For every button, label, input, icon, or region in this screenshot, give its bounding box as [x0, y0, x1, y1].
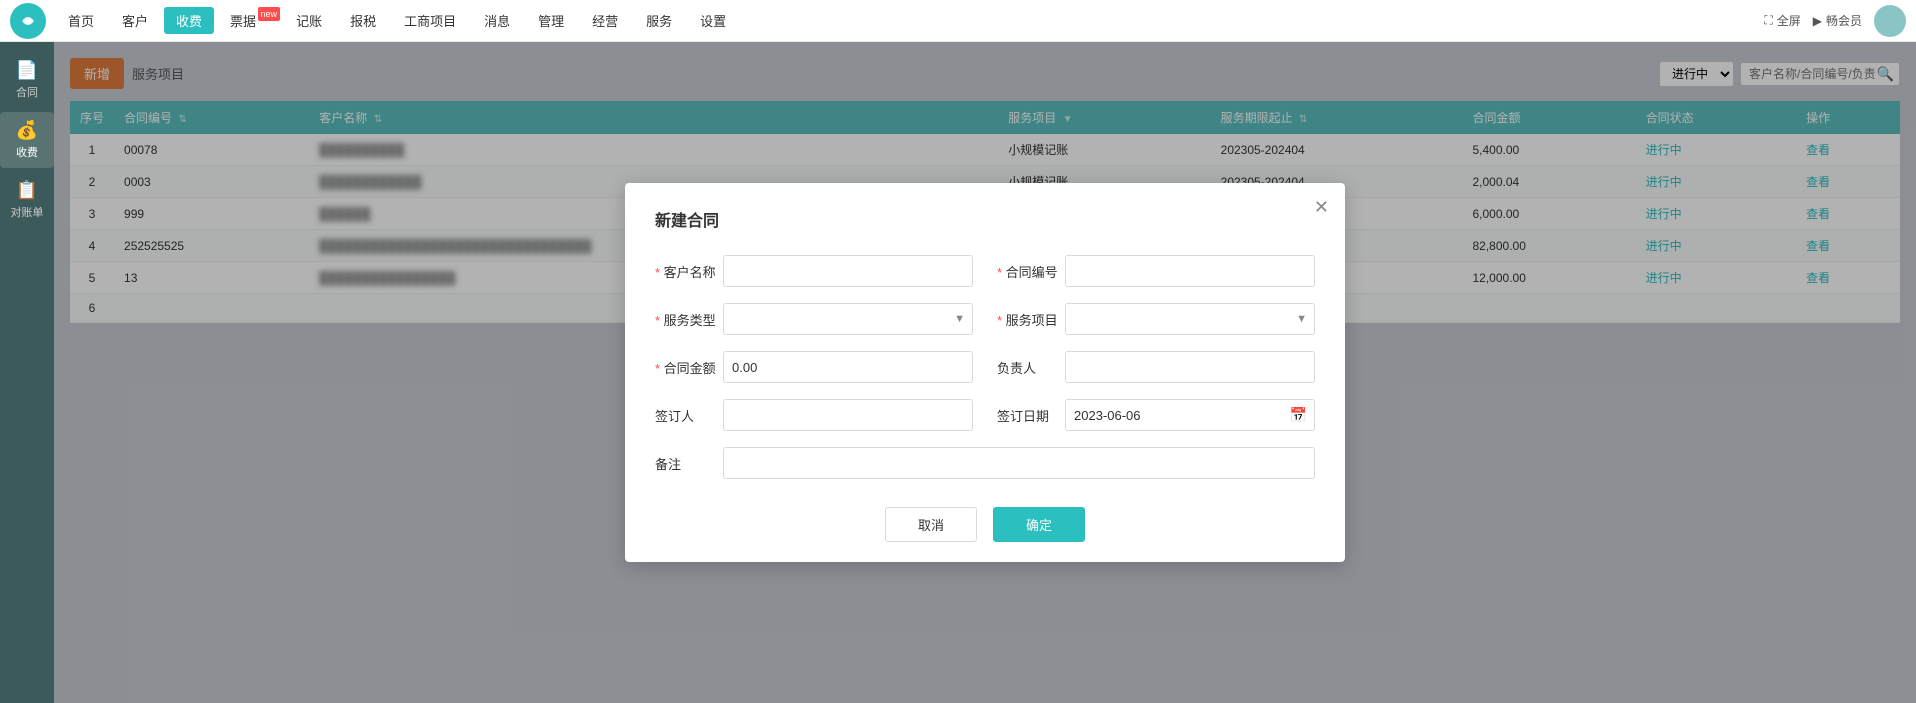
- service-type-row: 服务类型 ▼: [655, 303, 973, 335]
- contract-amount-label: 合同金额: [655, 358, 723, 377]
- service-item-select[interactable]: [1065, 303, 1315, 335]
- sidebar-item-fee[interactable]: 💰 收费: [0, 112, 54, 168]
- signer-input[interactable]: [723, 399, 973, 431]
- vip-icon: ▶: [1813, 14, 1822, 28]
- contract-no-label: 合同编号: [997, 262, 1065, 281]
- fullscreen-icon: ⛶: [1764, 13, 1772, 28]
- nav-message[interactable]: 消息: [472, 7, 522, 34]
- service-type-label: 服务类型: [655, 310, 723, 329]
- sign-date-label: 签订日期: [997, 406, 1065, 425]
- customer-name-row: 客户名称: [655, 255, 973, 287]
- person-in-charge-row: 负责人: [997, 351, 1315, 383]
- note-row: 备注: [655, 447, 1315, 479]
- nav-home[interactable]: 首页: [56, 7, 106, 34]
- sidebar-item-label: 对账单: [11, 204, 44, 220]
- person-in-charge-label: 负责人: [997, 358, 1065, 377]
- fullscreen-button[interactable]: ⛶ 全屏: [1764, 12, 1800, 29]
- statement-icon: 📋: [16, 180, 38, 201]
- customer-name-label: 客户名称: [655, 262, 723, 281]
- nav-industry[interactable]: 工商项目: [392, 7, 468, 34]
- cancel-button[interactable]: 取消: [885, 507, 977, 542]
- sign-date-row: 签订日期 📅: [997, 399, 1315, 431]
- new-contract-modal: ✕ 新建合同 客户名称 合同编号 服务类型: [625, 183, 1345, 562]
- nav-customer[interactable]: 客户: [110, 7, 160, 34]
- contract-amount-input[interactable]: [723, 351, 973, 383]
- nav-items: 首页 客户 收费 票据 new 记账 报税 工商项目 消息 管理 经营 服务 设…: [56, 7, 1764, 34]
- service-type-select-wrap: ▼: [723, 303, 973, 335]
- main-layout: 📄 合同 💰 收费 📋 对账单 新增 服务项目 进行中 已完成 已终止: [0, 42, 1916, 703]
- contract-icon: 📄: [16, 60, 38, 81]
- modal-overlay: ✕ 新建合同 客户名称 合同编号 服务类型: [54, 42, 1916, 703]
- contract-no-input[interactable]: [1065, 255, 1315, 287]
- service-type-select[interactable]: [723, 303, 973, 335]
- modal-footer: 取消 确定: [655, 507, 1315, 542]
- modal-close-button[interactable]: ✕: [1314, 197, 1329, 218]
- user-avatar[interactable]: [1874, 5, 1906, 37]
- nav-right-area: ⛶ 全屏 ▶ 畅会员: [1764, 5, 1906, 37]
- sidebar-item-label: 合同: [16, 84, 38, 100]
- sidebar-item-label: 收费: [16, 144, 38, 160]
- service-item-label: 服务项目: [997, 310, 1065, 329]
- sign-date-input[interactable]: [1065, 399, 1315, 431]
- person-in-charge-input[interactable]: [1065, 351, 1315, 383]
- sign-date-wrap: 📅: [1065, 399, 1315, 431]
- nav-tax[interactable]: 报税: [338, 7, 388, 34]
- nav-bookkeeping[interactable]: 记账: [284, 7, 334, 34]
- top-navigation: 首页 客户 收费 票据 new 记账 报税 工商项目 消息 管理 经营 服务 设…: [0, 0, 1916, 42]
- note-input[interactable]: [723, 447, 1315, 479]
- note-label: 备注: [655, 454, 723, 473]
- customer-name-input[interactable]: [723, 255, 973, 287]
- vip-button[interactable]: ▶ 畅会员: [1813, 12, 1862, 29]
- sidebar: 📄 合同 💰 收费 📋 对账单: [0, 42, 54, 703]
- content-area: 新增 服务项目 进行中 已完成 已终止 🔍 序号 合同: [54, 42, 1916, 703]
- contract-no-row: 合同编号: [997, 255, 1315, 287]
- signer-label: 签订人: [655, 406, 723, 425]
- app-logo: [10, 3, 46, 39]
- nav-invoice[interactable]: 票据 new: [218, 7, 280, 34]
- nav-service[interactable]: 服务: [634, 7, 684, 34]
- new-badge: new: [258, 7, 281, 21]
- nav-settings[interactable]: 设置: [688, 7, 738, 34]
- modal-title: 新建合同: [655, 207, 1315, 231]
- sidebar-item-contract[interactable]: 📄 合同: [0, 52, 54, 108]
- service-item-select-wrap: ▼: [1065, 303, 1315, 335]
- nav-fee[interactable]: 收费: [164, 7, 214, 34]
- confirm-button[interactable]: 确定: [993, 507, 1085, 542]
- sidebar-item-statement[interactable]: 📋 对账单: [0, 172, 54, 228]
- fee-icon: 💰: [16, 120, 38, 141]
- signer-row: 签订人: [655, 399, 973, 431]
- nav-management[interactable]: 管理: [526, 7, 576, 34]
- nav-operation[interactable]: 经营: [580, 7, 630, 34]
- contract-amount-row: 合同金额: [655, 351, 973, 383]
- service-item-row: 服务项目 ▼: [997, 303, 1315, 335]
- form-grid: 客户名称 合同编号 服务类型 ▼: [655, 255, 1315, 479]
